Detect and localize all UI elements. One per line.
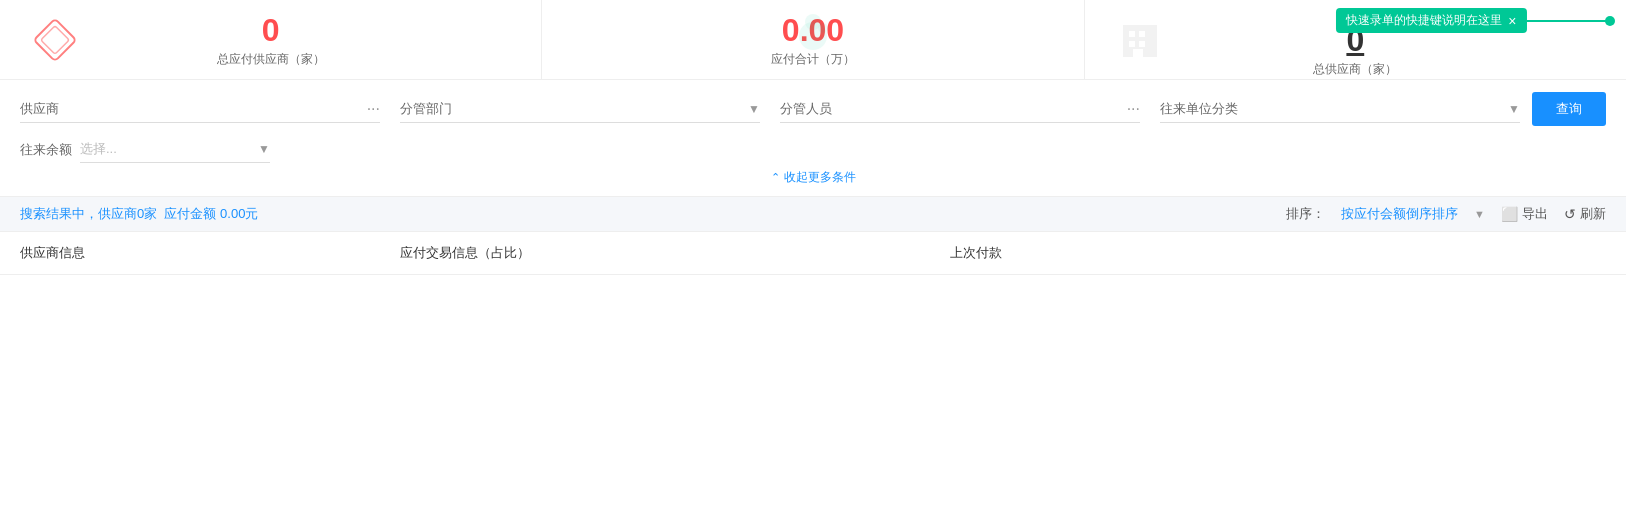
person-label: 分管人员 [780, 100, 832, 118]
department-field: 分管部门 ▼ [400, 96, 760, 123]
balance-placeholder: 选择... [80, 140, 254, 158]
piggy-icon [788, 8, 838, 58]
unit-class-arrow-icon[interactable]: ▼ [1508, 102, 1520, 116]
svg-rect-9 [1139, 41, 1145, 47]
result-info: 搜索结果中，供应商0家 应付金额 0.00元 [20, 205, 258, 223]
department-label: 分管部门 [400, 100, 452, 118]
diamond-icon [30, 15, 80, 65]
content-area [0, 275, 1626, 515]
stats-bar: 0 总应付供应商（家） 0.00 应付合计（万） 快速录单的快捷键说明在这里 × [0, 0, 1626, 80]
tooltip-bubble: 快速录单的快捷键说明在这里 × [1336, 8, 1526, 33]
person-field: 分管人员 ··· [780, 96, 1140, 123]
svg-rect-6 [1129, 31, 1135, 37]
search-row-1: 供应商 ··· 分管部门 ▼ 分管人员 ··· 往来单位分类 ▼ 查询 [20, 92, 1606, 126]
refresh-label: 刷新 [1580, 205, 1606, 223]
unit-class-label: 往来单位分类 [1160, 100, 1238, 118]
result-bar: 搜索结果中，供应商0家 应付金额 0.00元 排序： 按应付会额倒序排序 ▼ ⬜… [0, 197, 1626, 232]
col-payment-header: 上次付款 [950, 244, 1606, 262]
department-arrow-icon[interactable]: ▼ [748, 102, 760, 116]
supplier-label: 供应商 [20, 100, 70, 118]
supplier-dots-btn[interactable]: ··· [367, 100, 380, 118]
sort-label: 排序： [1286, 205, 1325, 223]
export-btn[interactable]: ⬜ 导出 [1501, 205, 1548, 223]
svg-rect-10 [1133, 49, 1143, 57]
refresh-btn[interactable]: ↺ 刷新 [1564, 205, 1606, 223]
svg-point-4 [818, 23, 828, 33]
table-header: 供应商信息 应付交易信息（占比） 上次付款 [0, 232, 1626, 275]
payable-suppliers-number: 0 [262, 11, 280, 49]
refresh-icon: ↺ [1564, 206, 1576, 222]
unit-class-input[interactable] [1246, 101, 1508, 116]
tooltip-dot [1604, 16, 1614, 26]
svg-rect-0 [34, 18, 76, 60]
building-icon [1115, 15, 1165, 65]
query-button[interactable]: 查询 [1532, 92, 1606, 126]
payable-suppliers-label: 总应付供应商（家） [217, 51, 325, 68]
collapse-label: 收起更多条件 [784, 169, 856, 186]
department-input[interactable] [460, 101, 748, 116]
balance-arrow-icon: ▼ [258, 142, 270, 156]
tooltip-close-btn[interactable]: × [1508, 14, 1516, 28]
export-label: 导出 [1522, 205, 1548, 223]
search-area: 供应商 ··· 分管部门 ▼ 分管人员 ··· 往来单位分类 ▼ 查询 往来余额… [0, 80, 1626, 197]
stat-payable-suppliers: 0 总应付供应商（家） [0, 0, 542, 79]
balance-select[interactable]: 选择... ▼ [80, 136, 270, 163]
search-row-2: 往来余额 选择... ▼ [20, 136, 1606, 163]
export-icon: ⬜ [1501, 206, 1518, 222]
total-suppliers-label: 总供应商（家） [1313, 61, 1397, 78]
result-text-prefix: 搜索结果中，供应商 [20, 206, 137, 221]
unit-class-field: 往来单位分类 ▼ [1160, 96, 1520, 123]
supplier-input[interactable] [78, 101, 367, 116]
col-supplier-header: 供应商信息 [20, 244, 400, 262]
sort-value-btn[interactable]: 按应付会额倒序排序 [1341, 205, 1458, 223]
collapse-chevron-icon: ⌃ [771, 171, 780, 184]
result-actions: 排序： 按应付会额倒序排序 ▼ ⬜ 导出 ↺ 刷新 [1286, 205, 1606, 223]
person-input[interactable] [840, 101, 1127, 116]
result-amount-value: 0.00元 [220, 206, 258, 221]
supplier-field: 供应商 ··· [20, 96, 380, 123]
stat-payable-total: 0.00 应付合计（万） [542, 0, 1084, 79]
sort-arrow-icon: ▼ [1474, 208, 1485, 220]
collapse-btn[interactable]: ⌃ 收起更多条件 [20, 163, 1606, 196]
svg-rect-7 [1139, 31, 1145, 37]
result-text-mid: 家 [144, 206, 157, 221]
col-transaction-header: 应付交易信息（占比） [400, 244, 950, 262]
stat-total-suppliers: 快速录单的快捷键说明在这里 × 0 总供应商（家） [1085, 0, 1626, 79]
balance-label: 往来余额 [20, 141, 72, 159]
result-amount-label: 应付金额 [164, 206, 216, 221]
person-dots-btn[interactable]: ··· [1127, 100, 1140, 118]
tooltip-text: 快速录单的快捷键说明在这里 [1346, 12, 1502, 29]
svg-rect-8 [1129, 41, 1135, 47]
